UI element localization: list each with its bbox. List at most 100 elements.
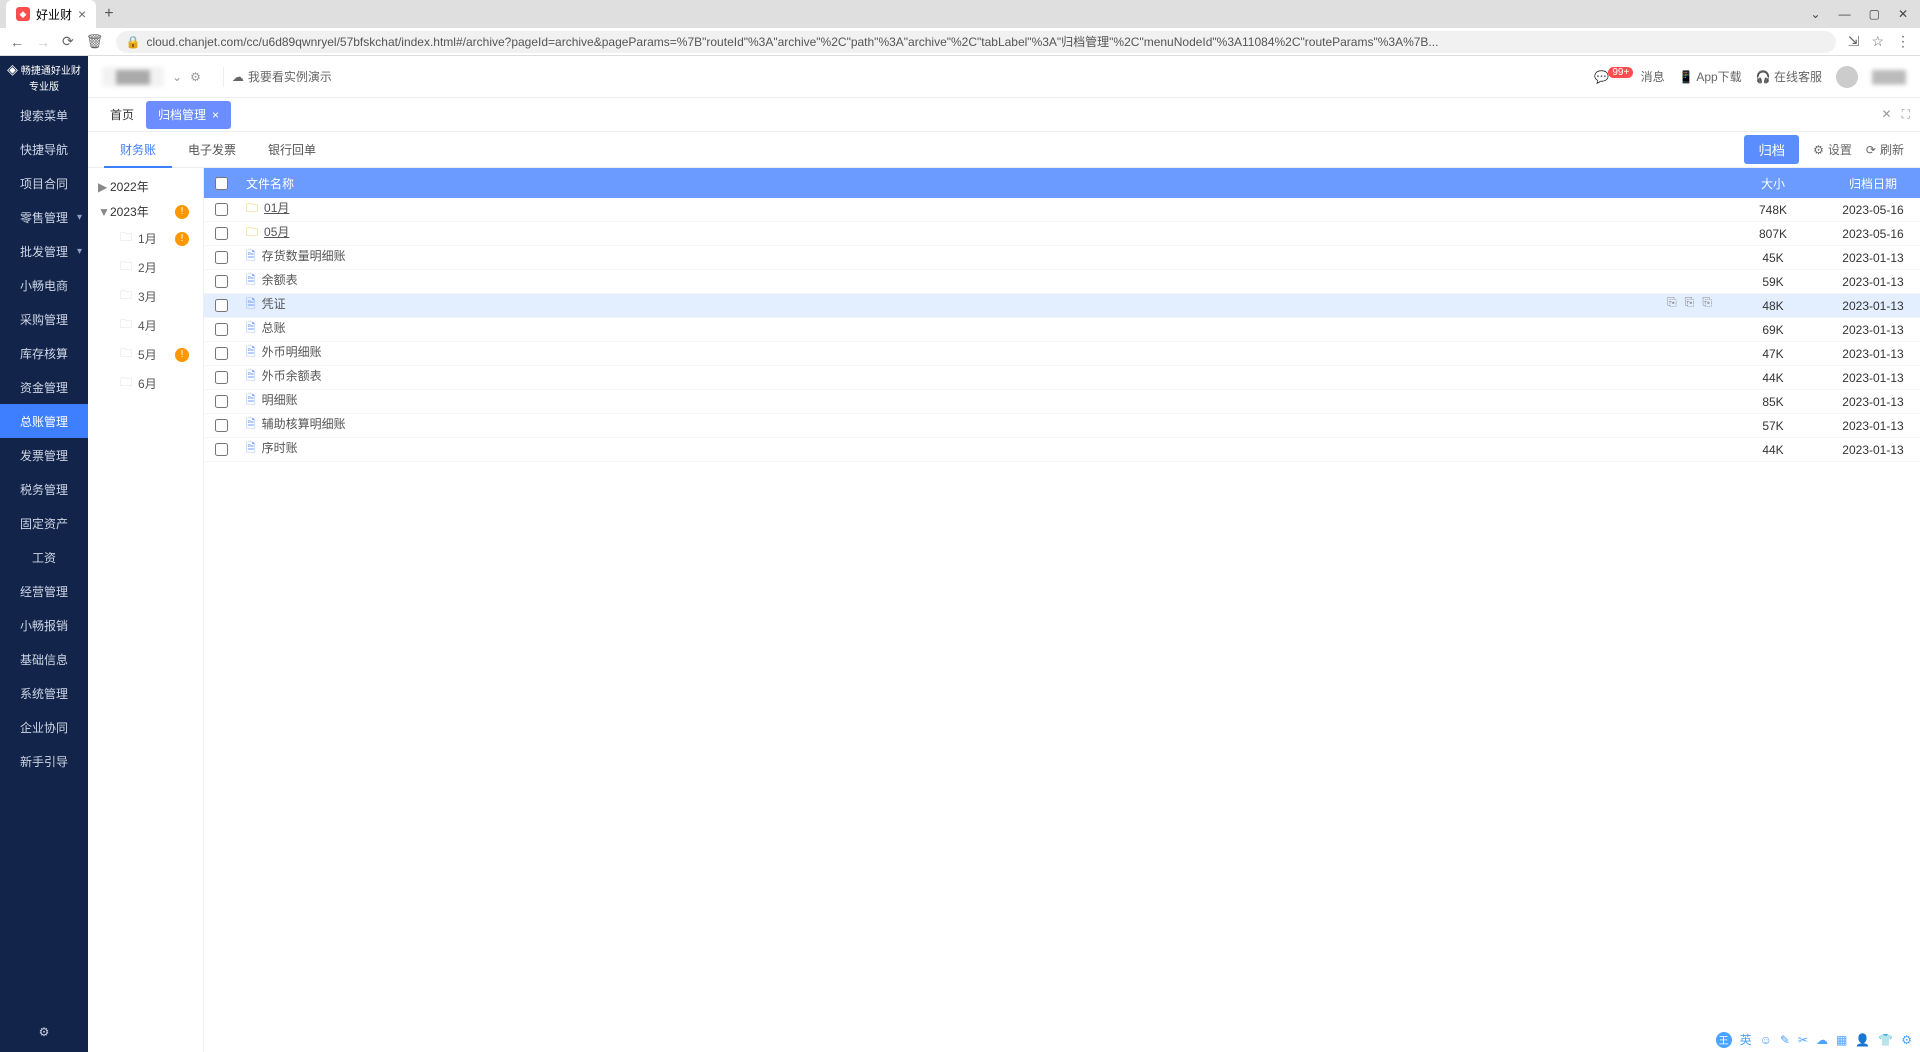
status-grid-icon[interactable]: ▦ [1836,1033,1847,1047]
sidebar-item[interactable]: 库存核算 [0,336,88,370]
sidebar-item[interactable]: 系统管理 [0,676,88,710]
subtab-bank[interactable]: 银行回单 [252,132,332,168]
download-link[interactable]: 📱 App下载 [1679,68,1742,85]
row-checkbox[interactable] [215,299,228,312]
sidebar-item[interactable]: 固定资产 [0,506,88,540]
sidebar-item[interactable]: 快捷导航 [0,132,88,166]
browser-tab[interactable]: ◆ 好业财 × [6,0,96,28]
status-cut-icon[interactable]: ✂ [1798,1033,1808,1047]
tree-month[interactable]: 🗀3月 [88,282,203,311]
forward-icon[interactable]: → [36,34,50,50]
ime-lang[interactable]: 英 [1740,1031,1752,1048]
status-edit-icon[interactable]: ✎ [1780,1033,1790,1047]
sidebar-item[interactable]: 零售管理▾ [0,200,88,234]
status-gear-icon[interactable]: ⚙ [1901,1033,1912,1047]
demo-link[interactable]: ☁ 我要看实例演示 [232,68,332,85]
close-icon[interactable]: × [212,108,219,122]
subtab-finance[interactable]: 财务账 [104,132,172,168]
header-name[interactable]: 文件名称 [238,175,1720,192]
tree-month[interactable]: 🗀5月! [88,340,203,369]
tree-month[interactable]: 🗀2月 [88,253,203,282]
close-all-icon[interactable]: ✕ [1882,107,1892,122]
sidebar-item[interactable]: 发票管理 [0,438,88,472]
tab-home[interactable]: 首页 [98,98,146,132]
table-row[interactable]: 🗎外币余额表44K2023-01-13 [204,366,1920,390]
link-icon[interactable]: ⇲ [1848,33,1860,50]
message-link[interactable]: 💬 99+ 消息 [1594,68,1665,85]
row-checkbox[interactable] [215,395,228,408]
org-selector[interactable]: ████ ⌄ ⚙ [88,67,215,87]
file-link[interactable]: 01月 [264,201,289,215]
status-cloud-icon[interactable]: ☁ [1816,1033,1828,1047]
table-row[interactable]: 🗎余额表59K2023-01-13 [204,270,1920,294]
sidebar-item[interactable]: 经营管理 [0,574,88,608]
sidebar-item[interactable]: 新手引导 [0,744,88,778]
table-row[interactable]: 🗀01月748K2023-05-16 [204,198,1920,222]
minimize-icon[interactable]: — [1839,7,1851,21]
row-checkbox[interactable] [215,203,228,216]
row-checkbox[interactable] [215,347,228,360]
table-row[interactable]: 🗀05月807K2023-05-16 [204,222,1920,246]
settings-button[interactable]: ⚙ [0,1012,88,1052]
preview-icon[interactable]: ⎘ [1702,295,1712,316]
row-checkbox[interactable] [215,419,228,432]
status-emoji-icon[interactable]: ☺ [1760,1033,1772,1047]
row-checkbox[interactable] [215,227,228,240]
sidebar-item[interactable]: 小畅报销 [0,608,88,642]
close-window-icon[interactable]: ✕ [1898,7,1908,21]
row-checkbox[interactable] [215,443,228,456]
maximize-icon[interactable]: ▢ [1869,7,1880,21]
tree-year-2022[interactable]: ▶ 2022年 [88,174,203,199]
ime-icon[interactable]: 王 [1716,1032,1732,1048]
tab-archive[interactable]: 归档管理 × [146,101,231,129]
gear-icon[interactable]: ⚙ [190,70,201,84]
checkbox-all[interactable] [215,177,228,190]
pdf-icon[interactable]: ⎘ [1685,295,1695,316]
sidebar-item[interactable]: 搜索菜单 [0,98,88,132]
back-icon[interactable]: ← [10,34,24,50]
file-link[interactable]: 05月 [264,225,289,239]
down-icon[interactable]: ⌄ [1811,7,1821,21]
sidebar-item[interactable]: 工资 [0,540,88,574]
fullscreen-icon[interactable]: ⛶ [1902,107,1910,122]
settings-link[interactable]: ⚙ 设置 [1813,141,1852,158]
archive-button[interactable]: 归档 [1744,135,1799,164]
table-row[interactable]: 🗎辅助核算明细账57K2023-01-13 [204,414,1920,438]
tree-month[interactable]: 🗀6月 [88,369,203,398]
sidebar-item[interactable]: 基础信息 [0,642,88,676]
tree-month[interactable]: 🗀4月 [88,311,203,340]
menu-icon[interactable]: ⋮ [1896,33,1910,50]
header-date[interactable]: 归档日期 [1826,175,1920,192]
table-row[interactable]: 🗎外币明细账47K2023-01-13 [204,342,1920,366]
refresh-link[interactable]: ⟳ 刷新 [1866,141,1904,158]
avatar[interactable] [1836,66,1858,88]
close-icon[interactable]: × [78,6,86,22]
table-row[interactable]: 🗎存货数量明细账45K2023-01-13 [204,246,1920,270]
sidebar-item[interactable]: 总账管理 [0,404,88,438]
table-row[interactable]: 🗎明细账85K2023-01-13 [204,390,1920,414]
download-icon[interactable]: ⎘ [1667,295,1677,316]
delete-icon[interactable]: 🗑 [86,33,104,50]
sidebar-item[interactable]: 项目合同 [0,166,88,200]
table-row[interactable]: 🗎凭证⎘⎘⎘48K2023-01-13 [204,294,1920,318]
sidebar-item[interactable]: 税务管理 [0,472,88,506]
reload-icon[interactable]: ⟳ [62,33,74,50]
tree-year-2023[interactable]: ▼ 2023年 ! [88,199,203,224]
row-checkbox[interactable] [215,275,228,288]
table-row[interactable]: 🗎总账69K2023-01-13 [204,318,1920,342]
service-link[interactable]: 🎧 在线客服 [1756,68,1822,85]
subtab-invoice[interactable]: 电子发票 [172,132,252,168]
header-size[interactable]: 大小 [1720,175,1826,192]
sidebar-item[interactable]: 企业协同 [0,710,88,744]
table-row[interactable]: 🗎序时账44K2023-01-13 [204,438,1920,462]
status-user-icon[interactable]: 👤 [1855,1033,1870,1047]
status-shirt-icon[interactable]: 👕 [1878,1033,1893,1047]
sidebar-item[interactable]: 批发管理▾ [0,234,88,268]
sidebar-item[interactable]: 资金管理 [0,370,88,404]
row-checkbox[interactable] [215,323,228,336]
row-checkbox[interactable] [215,251,228,264]
sidebar-item[interactable]: 采购管理 [0,302,88,336]
url-input[interactable]: 🔒 cloud.chanjet.com/cc/u6d89qwnryel/57bf… [116,31,1836,53]
row-checkbox[interactable] [215,371,228,384]
sidebar-item[interactable]: 小畅电商 [0,268,88,302]
